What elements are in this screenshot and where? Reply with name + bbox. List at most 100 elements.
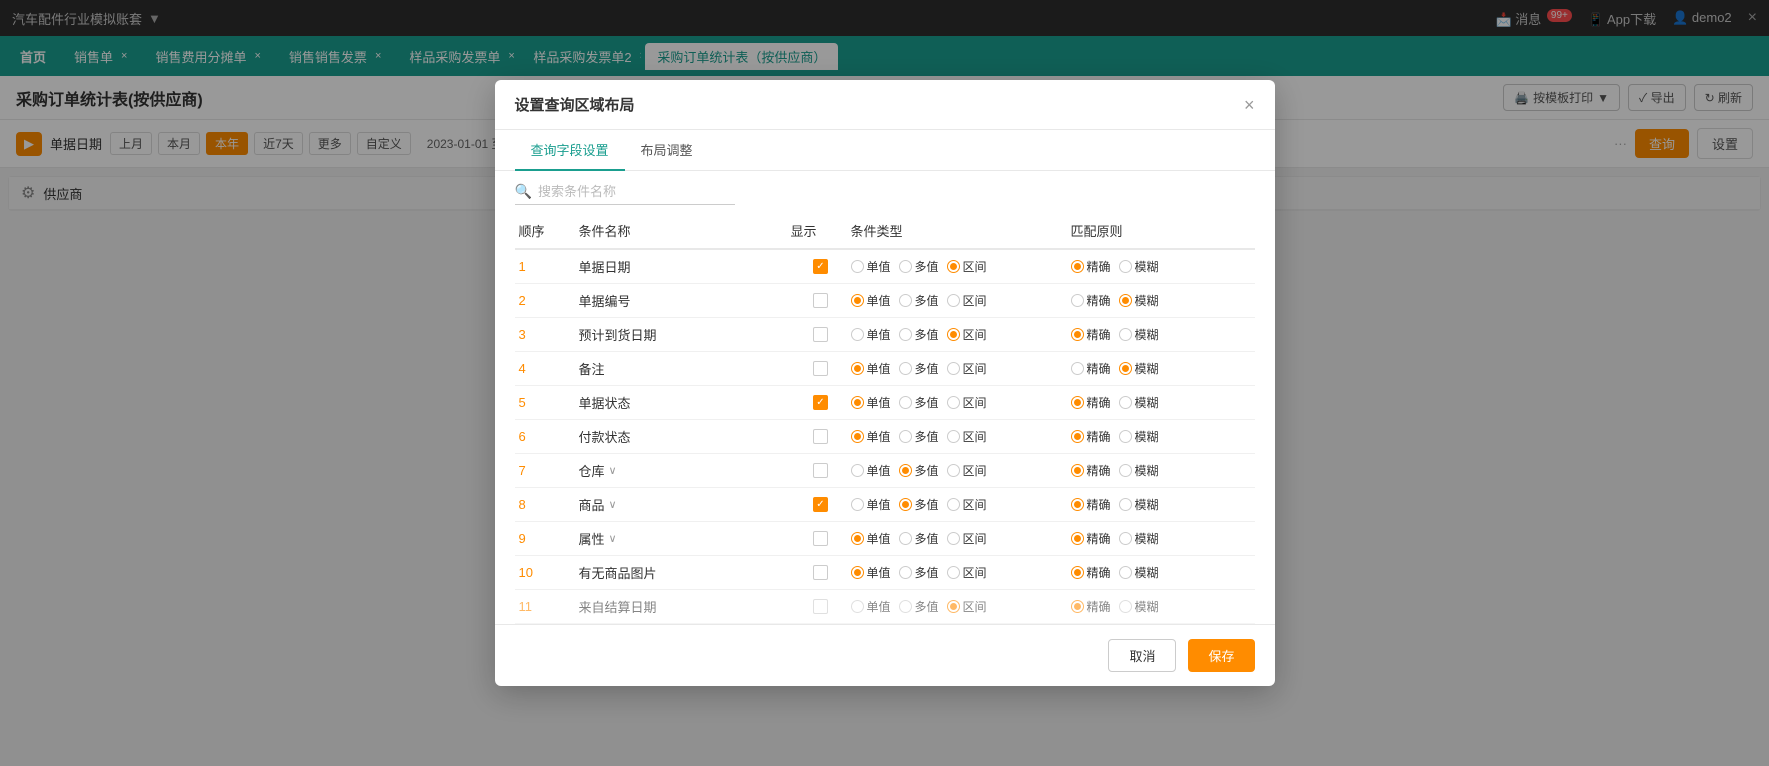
- dropdown-chevron-9: ∨: [609, 532, 617, 545]
- match-fuzzy-8[interactable]: 模糊: [1119, 496, 1159, 513]
- match-exact-8[interactable]: 精确: [1071, 496, 1111, 513]
- type-multi-7[interactable]: 多值: [899, 462, 939, 479]
- table-row: 6 付款状态 单值 多值 区间 精确 模糊: [515, 420, 1255, 454]
- match-exact-1[interactable]: 精确: [1071, 258, 1111, 275]
- dropdown-chevron-7: ∨: [609, 464, 617, 477]
- match-exact-11[interactable]: 精确: [1071, 598, 1111, 615]
- match-fuzzy-11[interactable]: 模糊: [1119, 598, 1159, 615]
- table-row: 5 单据状态 单值 多值 区间 精确 模糊: [515, 386, 1255, 420]
- save-button[interactable]: 保存: [1188, 639, 1254, 672]
- type-single-6[interactable]: 单值: [851, 428, 891, 445]
- match-exact-3[interactable]: 精确: [1071, 326, 1111, 343]
- type-range-1[interactable]: 区间: [947, 258, 987, 275]
- table-row: 10 有无商品图片 单值 多值 区间 精确 模糊: [515, 556, 1255, 590]
- match-fuzzy-10[interactable]: 模糊: [1119, 564, 1159, 581]
- type-single-7[interactable]: 单值: [851, 462, 891, 479]
- display-checkbox-11[interactable]: [813, 599, 828, 614]
- match-exact-5[interactable]: 精确: [1071, 394, 1111, 411]
- type-single-11[interactable]: 单值: [851, 598, 891, 615]
- match-exact-9[interactable]: 精确: [1071, 530, 1111, 547]
- display-checkbox-5[interactable]: [813, 395, 828, 410]
- type-single-4[interactable]: 单值: [851, 360, 891, 377]
- type-single-10[interactable]: 单值: [851, 564, 891, 581]
- match-fuzzy-3[interactable]: 模糊: [1119, 326, 1159, 343]
- match-exact-2[interactable]: 精确: [1071, 292, 1111, 309]
- table-header: 顺序 条件名称 显示 条件类型 匹配原则: [515, 213, 1255, 250]
- type-multi-4[interactable]: 多值: [899, 360, 939, 377]
- type-range-10[interactable]: 区间: [947, 564, 987, 581]
- match-fuzzy-9[interactable]: 模糊: [1119, 530, 1159, 547]
- dialog-tab-layout[interactable]: 布局调整: [625, 130, 709, 171]
- dialog-tab-fields[interactable]: 查询字段设置: [515, 130, 625, 171]
- display-checkbox-3[interactable]: [813, 327, 828, 342]
- col-match: 匹配原则: [1071, 221, 1251, 240]
- display-checkbox-10[interactable]: [813, 565, 828, 580]
- type-single-1[interactable]: 单值: [851, 258, 891, 275]
- match-exact-7[interactable]: 精确: [1071, 462, 1111, 479]
- col-name: 条件名称: [579, 221, 791, 240]
- table-row: 4 备注 单值 多值 区间 精确 模糊: [515, 352, 1255, 386]
- dialog-close-button[interactable]: ×: [1244, 96, 1255, 114]
- match-exact-6[interactable]: 精确: [1071, 428, 1111, 445]
- match-fuzzy-5[interactable]: 模糊: [1119, 394, 1159, 411]
- dialog-header: 设置查询区域布局 ×: [495, 80, 1275, 130]
- table-row: 1 单据日期 单值 多值 区间 精确 模糊: [515, 250, 1255, 284]
- type-multi-8[interactable]: 多值: [899, 496, 939, 513]
- display-checkbox-2[interactable]: [813, 293, 828, 308]
- type-range-9[interactable]: 区间: [947, 530, 987, 547]
- type-multi-5[interactable]: 多值: [899, 394, 939, 411]
- search-icon: 🔍: [515, 183, 532, 200]
- match-exact-10[interactable]: 精确: [1071, 564, 1111, 581]
- table-row: 11 来自结算日期 单值 多值 区间 精确 模糊: [515, 590, 1255, 624]
- type-single-2[interactable]: 单值: [851, 292, 891, 309]
- type-multi-1[interactable]: 多值: [899, 258, 939, 275]
- display-checkbox-1[interactable]: [813, 259, 828, 274]
- table-row: 2 单据编号 单值 多值 区间 精确 模糊: [515, 284, 1255, 318]
- type-multi-6[interactable]: 多值: [899, 428, 939, 445]
- cancel-button[interactable]: 取消: [1108, 639, 1176, 672]
- dialog-search: 🔍: [495, 171, 1275, 213]
- display-checkbox-6[interactable]: [813, 429, 828, 444]
- type-single-8[interactable]: 单值: [851, 496, 891, 513]
- dialog-tabs: 查询字段设置 布局调整: [495, 130, 1275, 171]
- type-multi-11[interactable]: 多值: [899, 598, 939, 615]
- type-range-3[interactable]: 区间: [947, 326, 987, 343]
- display-checkbox-7[interactable]: [813, 463, 828, 478]
- table-row: 9 属性 ∨ 单值 多值 区间 精确 模糊: [515, 522, 1255, 556]
- type-range-6[interactable]: 区间: [947, 428, 987, 445]
- search-input[interactable]: [538, 184, 718, 199]
- type-range-11[interactable]: 区间: [947, 598, 987, 615]
- type-range-2[interactable]: 区间: [947, 292, 987, 309]
- match-fuzzy-6[interactable]: 模糊: [1119, 428, 1159, 445]
- col-order: 顺序: [519, 221, 579, 240]
- dropdown-chevron-8: ∨: [609, 498, 617, 511]
- match-fuzzy-2[interactable]: 模糊: [1119, 292, 1159, 309]
- search-box: 🔍: [515, 183, 735, 205]
- overlay: 设置查询区域布局 × 查询字段设置 布局调整 🔍 顺序 条件名称 显示 条件类型…: [0, 0, 1769, 766]
- match-fuzzy-1[interactable]: 模糊: [1119, 258, 1159, 275]
- type-multi-2[interactable]: 多值: [899, 292, 939, 309]
- conditions-table: 顺序 条件名称 显示 条件类型 匹配原则 1 单据日期 单值 多值 区间: [495, 213, 1275, 624]
- type-single-3[interactable]: 单值: [851, 326, 891, 343]
- type-range-4[interactable]: 区间: [947, 360, 987, 377]
- match-fuzzy-4[interactable]: 模糊: [1119, 360, 1159, 377]
- type-multi-3[interactable]: 多值: [899, 326, 939, 343]
- dialog-title: 设置查询区域布局: [515, 94, 635, 115]
- dialog: 设置查询区域布局 × 查询字段设置 布局调整 🔍 顺序 条件名称 显示 条件类型…: [495, 80, 1275, 686]
- dialog-footer: 取消 保存: [495, 624, 1275, 686]
- display-checkbox-8[interactable]: [813, 497, 828, 512]
- table-row: 8 商品 ∨ 单值 多值 区间 精确 模糊: [515, 488, 1255, 522]
- type-multi-10[interactable]: 多值: [899, 564, 939, 581]
- type-single-5[interactable]: 单值: [851, 394, 891, 411]
- type-range-5[interactable]: 区间: [947, 394, 987, 411]
- match-fuzzy-7[interactable]: 模糊: [1119, 462, 1159, 479]
- type-single-9[interactable]: 单值: [851, 530, 891, 547]
- col-display: 显示: [791, 221, 851, 240]
- display-checkbox-9[interactable]: [813, 531, 828, 546]
- table-row: 3 预计到货日期 单值 多值 区间 精确 模糊: [515, 318, 1255, 352]
- type-multi-9[interactable]: 多值: [899, 530, 939, 547]
- match-exact-4[interactable]: 精确: [1071, 360, 1111, 377]
- type-range-8[interactable]: 区间: [947, 496, 987, 513]
- type-range-7[interactable]: 区间: [947, 462, 987, 479]
- display-checkbox-4[interactable]: [813, 361, 828, 376]
